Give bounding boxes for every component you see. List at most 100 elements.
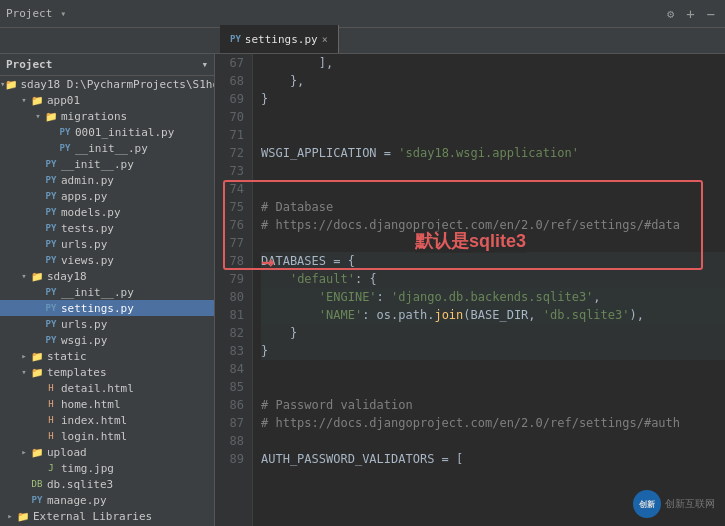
sidebar-item-static[interactable]: 📁static bbox=[0, 348, 214, 364]
sidebar-item-sday18[interactable]: 📁sday18 bbox=[0, 268, 214, 284]
code-line: } bbox=[261, 324, 725, 342]
tree-arrow bbox=[18, 447, 30, 457]
line-number: 85 bbox=[223, 378, 244, 396]
tree-item-label: tests.py bbox=[61, 222, 114, 235]
sidebar-item-login.html[interactable]: Hlogin.html bbox=[0, 428, 214, 444]
sidebar-item-__init__migrations.py[interactable]: PY__init__.py bbox=[0, 140, 214, 156]
tab-settings-py[interactable]: PY settings.py × bbox=[220, 25, 339, 53]
sidebar-item-views.py[interactable]: PYviews.py bbox=[0, 252, 214, 268]
code-token: 'ENGINE' bbox=[319, 288, 377, 306]
sidebar-item-urls.py[interactable]: PYurls.py bbox=[0, 236, 214, 252]
sidebar-item-index.html[interactable]: Hindex.html bbox=[0, 412, 214, 428]
file-icon: PY bbox=[44, 317, 58, 331]
sidebar-item-__init__app.py[interactable]: PY__init__.py bbox=[0, 156, 214, 172]
code-token: AUTH_PASSWORD_VALIDATORS = [ bbox=[261, 450, 463, 468]
file-icon: 📁 bbox=[30, 93, 44, 107]
code-line bbox=[261, 234, 725, 252]
line-number: 84 bbox=[223, 360, 244, 378]
line-number: 73 bbox=[223, 162, 244, 180]
sidebar-item-tests.py[interactable]: PYtests.py bbox=[0, 220, 214, 236]
tree-item-label: __init__.py bbox=[61, 158, 134, 171]
sidebar-item-urls_sday18.py[interactable]: PYurls.py bbox=[0, 316, 214, 332]
tree-item-label: apps.py bbox=[61, 190, 107, 203]
sidebar-item-templates[interactable]: 📁templates bbox=[0, 364, 214, 380]
code-line: 'NAME': os.path.join(BASE_DIR, 'db.sqlit… bbox=[261, 306, 725, 324]
tree-item-label: 0001_initial.py bbox=[75, 126, 174, 139]
file-icon: 📁 bbox=[16, 509, 30, 523]
tree-item-label: db.sqlite3 bbox=[47, 478, 113, 491]
code-token: # Database bbox=[261, 198, 333, 216]
tree-item-label: app01 bbox=[47, 94, 80, 107]
line-number: 74 bbox=[223, 180, 244, 198]
sidebar: Project ▾ 📁sday18 D:\PycharmProjects\S1h… bbox=[0, 54, 215, 526]
file-icon: PY bbox=[44, 237, 58, 251]
code-line bbox=[261, 162, 725, 180]
sidebar-toggle[interactable]: ▾ bbox=[201, 58, 208, 71]
sidebar-item-admin.py[interactable]: PYadmin.py bbox=[0, 172, 214, 188]
plus-icon[interactable]: + bbox=[686, 6, 694, 22]
code-token: (BASE_DIR, bbox=[463, 306, 542, 324]
sidebar-item-sday18-root[interactable]: 📁sday18 D:\PycharmProjects\S1home... bbox=[0, 76, 214, 92]
file-icon: PY bbox=[44, 253, 58, 267]
line-number: 67 bbox=[223, 54, 244, 72]
tab-close-icon[interactable]: × bbox=[322, 34, 328, 45]
minus-icon[interactable]: − bbox=[707, 6, 715, 22]
line-number: 80 bbox=[223, 288, 244, 306]
line-number: 72 bbox=[223, 144, 244, 162]
sidebar-item-home.html[interactable]: Hhome.html bbox=[0, 396, 214, 412]
line-number: 69 bbox=[223, 90, 244, 108]
code-token: 'NAME' bbox=[319, 306, 362, 324]
code-token: ], bbox=[261, 54, 333, 72]
sidebar-item-wsgi.py[interactable]: PYwsgi.py bbox=[0, 332, 214, 348]
code-token: WSGI_APPLICATION = bbox=[261, 144, 398, 162]
sidebar-item-app01[interactable]: 📁app01 bbox=[0, 92, 214, 108]
sidebar-item-apps.py[interactable]: PYapps.py bbox=[0, 188, 214, 204]
code-line bbox=[261, 378, 725, 396]
sidebar-item-manage.py[interactable]: PYmanage.py bbox=[0, 492, 214, 508]
sidebar-item-db.sqlite3[interactable]: DBdb.sqlite3 bbox=[0, 476, 214, 492]
tree-item-label: __init__.py bbox=[61, 286, 134, 299]
file-icon: J bbox=[44, 461, 58, 475]
sidebar-item-__init__sday18.py[interactable]: PY__init__.py bbox=[0, 284, 214, 300]
line-number: 87 bbox=[223, 414, 244, 432]
line-number: 76 bbox=[223, 216, 244, 234]
editor-area: 6768697071727374757677787980818283848586… bbox=[215, 54, 725, 526]
tree-item-label: __init__.py bbox=[75, 142, 148, 155]
tree-item-label: index.html bbox=[61, 414, 127, 427]
dropdown-icon[interactable]: ▾ bbox=[60, 8, 66, 19]
line-number: 71 bbox=[223, 126, 244, 144]
code-token bbox=[261, 306, 319, 324]
code-token bbox=[261, 288, 319, 306]
sidebar-title: Project bbox=[6, 58, 52, 71]
code-token bbox=[261, 270, 290, 288]
file-icon: 📁 bbox=[44, 109, 58, 123]
settings-icon[interactable]: ⚙ bbox=[667, 7, 674, 21]
tree-arrow bbox=[18, 351, 30, 361]
watermark-logo-text: 创新 bbox=[639, 499, 655, 510]
sidebar-item-0001_initial.py[interactable]: PY0001_initial.py bbox=[0, 124, 214, 140]
line-number: 77 bbox=[223, 234, 244, 252]
sidebar-item-external[interactable]: 📁External Libraries bbox=[0, 508, 214, 524]
code-line bbox=[261, 126, 725, 144]
title-bar: Project ▾ ⚙ + − bbox=[0, 0, 725, 28]
line-numbers: 6768697071727374757677787980818283848586… bbox=[215, 54, 253, 526]
tree-item-label: sday18 bbox=[47, 270, 87, 283]
sidebar-item-detail.html[interactable]: Hdetail.html bbox=[0, 380, 214, 396]
tree-arrow bbox=[18, 271, 30, 281]
file-icon: H bbox=[44, 429, 58, 443]
file-icon: PY bbox=[44, 205, 58, 219]
tree-item-label: upload bbox=[47, 446, 87, 459]
file-icon: PY bbox=[44, 173, 58, 187]
sidebar-item-settings.py[interactable]: PYsettings.py bbox=[0, 300, 214, 316]
line-number: 82 bbox=[223, 324, 244, 342]
code-area[interactable]: ], },} WSGI_APPLICATION = 'sday18.wsgi.a… bbox=[253, 54, 725, 526]
code-line: } bbox=[261, 342, 725, 360]
sidebar-item-upload[interactable]: 📁upload bbox=[0, 444, 214, 460]
file-icon: PY bbox=[44, 157, 58, 171]
sidebar-item-timg.jpg[interactable]: Jtimg.jpg bbox=[0, 460, 214, 476]
tab-label: settings.py bbox=[245, 33, 318, 46]
sidebar-item-migrations[interactable]: 📁migrations bbox=[0, 108, 214, 124]
tree-arrow bbox=[4, 511, 16, 521]
code-line: }, bbox=[261, 72, 725, 90]
sidebar-item-models.py[interactable]: PYmodels.py bbox=[0, 204, 214, 220]
